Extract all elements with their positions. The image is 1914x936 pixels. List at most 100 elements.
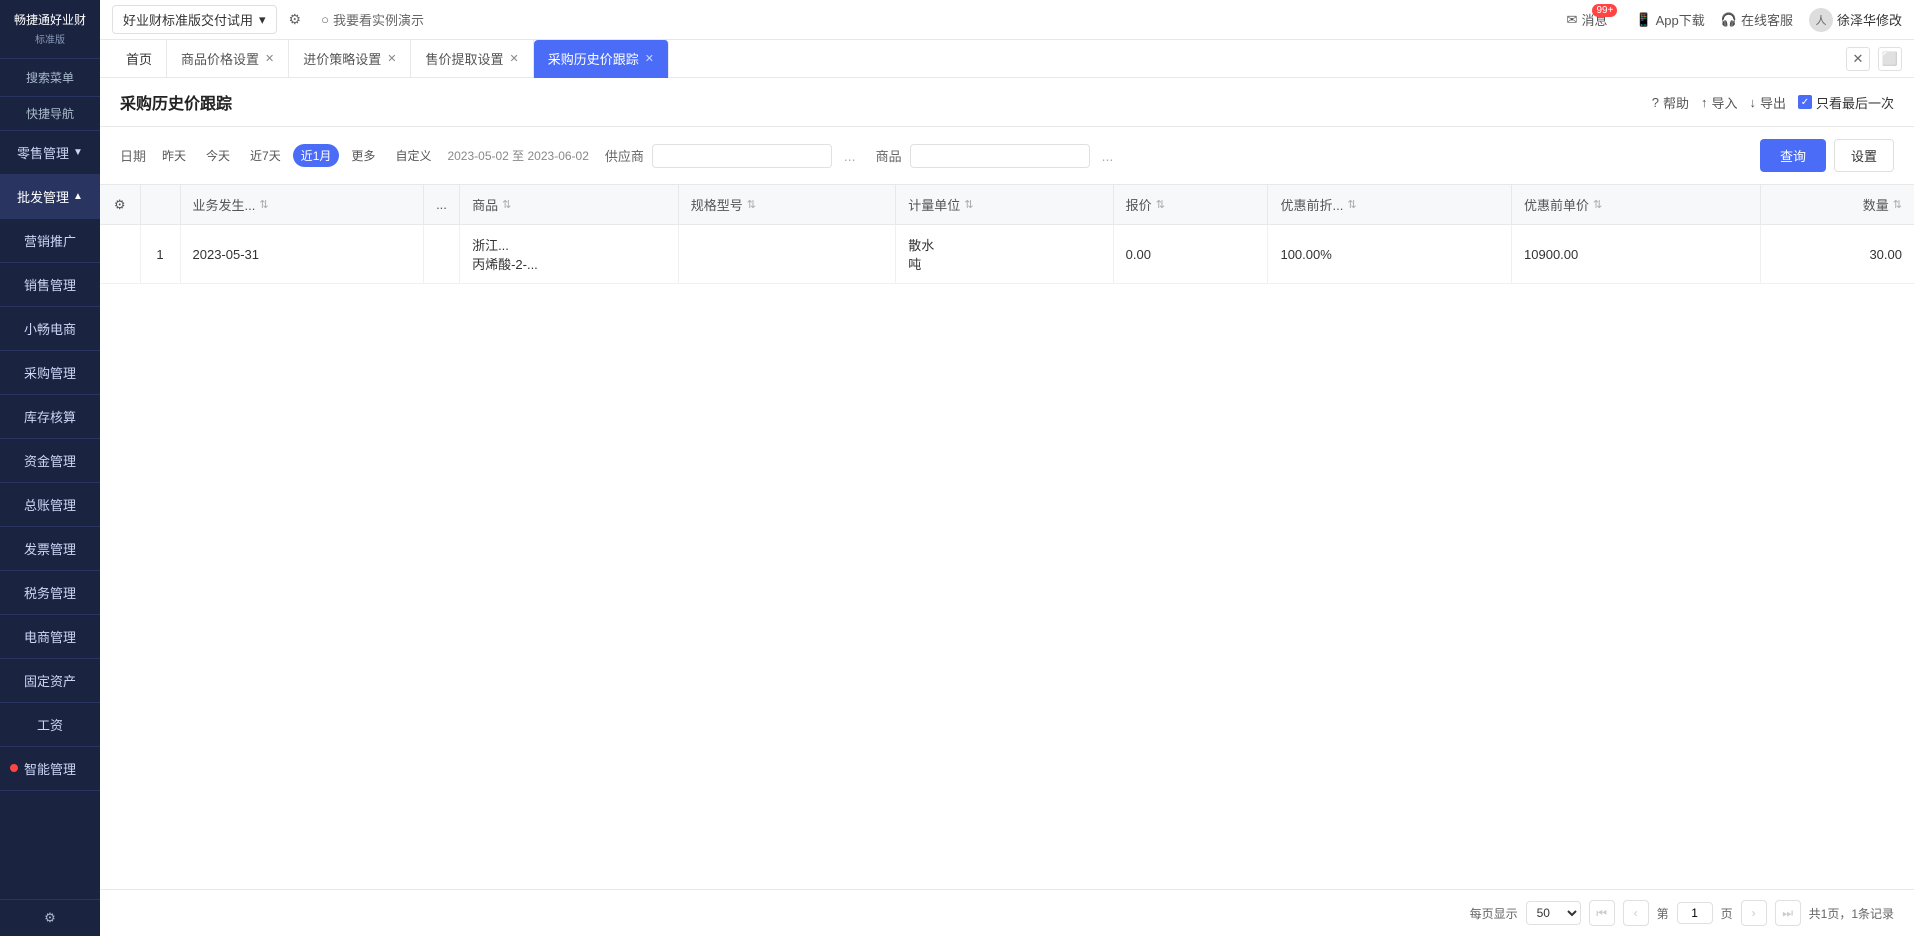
page-input[interactable] — [1677, 902, 1713, 924]
cell-more — [424, 225, 460, 284]
sidebar-item-finance[interactable]: 资金管理 — [0, 439, 100, 483]
col-product[interactable]: 商品 ⇅ — [460, 185, 679, 225]
prev-page-button[interactable]: ‹ — [1623, 900, 1649, 926]
version-selector[interactable]: 好业财标准版交付试用 ▾ — [112, 5, 277, 34]
tab-sale-price-extract[interactable]: 售价提取设置 ✕ — [411, 40, 533, 78]
cell-product: 浙江... 丙烯酸-2-... — [460, 225, 679, 284]
per-page-select[interactable]: 50 20 100 — [1526, 901, 1581, 925]
notification-dot — [10, 764, 18, 772]
sidebar-item-retail[interactable]: 零售管理 ▼ — [0, 131, 100, 175]
only-last-checkbox-label[interactable]: 只看最后一次 — [1798, 93, 1894, 112]
cell-discount: 100.00% — [1268, 225, 1512, 284]
page-label: 第 — [1657, 905, 1669, 922]
col-label: 商品 — [472, 195, 498, 214]
col-unit[interactable]: 计量单位 ⇅ — [896, 185, 1113, 225]
main-area: 好业财标准版交付试用 ▾ ⚙ ○ 我要看实例演示 ✉ 消息 99+ 📱 App下… — [100, 0, 1914, 936]
tab-home[interactable]: 首页 — [112, 40, 167, 78]
close-tab-button[interactable]: ✕ — [1846, 47, 1870, 71]
app-download-label: App下载 — [1656, 10, 1705, 29]
date-btn-7days[interactable]: 近7天 — [242, 144, 289, 167]
date-btn-today[interactable]: 今天 — [198, 144, 238, 167]
sort-icon[interactable]: ⇅ — [1893, 198, 1902, 211]
sidebar-item-ai[interactable]: 智能管理 — [0, 747, 100, 791]
col-pre-discount-price[interactable]: 优惠前单价 ⇅ — [1512, 185, 1761, 225]
messages-button[interactable]: ✉ 消息 99+ — [1567, 10, 1608, 29]
data-table: ⚙ 业务发生... ⇅ ... — [100, 185, 1914, 284]
logo-line2: 标准版 — [8, 31, 92, 46]
app-download-button[interactable]: 📱 App下载 — [1635, 10, 1704, 29]
pagination-summary: 共1页，1条记录 — [1809, 905, 1894, 922]
tab-purchase-history[interactable]: 采购历史价跟踪 ✕ — [534, 40, 669, 78]
sidebar-item-invoice[interactable]: 发票管理 — [0, 527, 100, 571]
sort-icon[interactable]: ⇅ — [259, 198, 268, 211]
col-quoted-price[interactable]: 报价 ⇅ — [1113, 185, 1268, 225]
export-button[interactable]: ↓ 导出 — [1749, 93, 1786, 112]
tab-close-icon[interactable]: ✕ — [265, 52, 274, 65]
gear-icon[interactable]: ⚙ — [114, 197, 126, 212]
query-button[interactable]: 查询 — [1760, 139, 1826, 172]
sort-icon[interactable]: ⇅ — [964, 198, 973, 211]
topbar-settings-icon[interactable]: ⚙ — [289, 11, 302, 28]
product-more-icon[interactable]: ... — [1098, 148, 1118, 164]
sidebar-item-payroll[interactable]: 工资 — [0, 703, 100, 747]
import-button[interactable]: ↑ 导入 — [1701, 93, 1738, 112]
help-button[interactable]: ? 帮助 — [1652, 93, 1689, 112]
maximize-tab-button[interactable]: ⬜ — [1878, 47, 1902, 71]
online-service-button[interactable]: 🎧 在线客服 — [1721, 10, 1793, 29]
sidebar-item-marketing[interactable]: 营销推广 — [0, 219, 100, 263]
sort-icon[interactable]: ⇅ — [502, 198, 511, 211]
date-btn-more[interactable]: 更多 — [343, 144, 383, 167]
date-btn-yesterday[interactable]: 昨天 — [154, 144, 194, 167]
sort-icon[interactable]: ⇅ — [1156, 198, 1165, 211]
supplier-input[interactable] — [652, 144, 832, 168]
date-btn-custom[interactable]: 自定义 — [387, 144, 439, 167]
sidebar-item-search[interactable]: 搜索菜单 — [0, 59, 100, 97]
tab-close-icon[interactable]: ✕ — [387, 52, 396, 65]
table-header-row: ⚙ 业务发生... ⇅ ... — [100, 185, 1914, 225]
tab-close-icon[interactable]: ✕ — [645, 52, 654, 65]
sidebar-item-quicknav[interactable]: 快捷导航 — [0, 97, 100, 131]
tab-purchase-strategy[interactable]: 进价策略设置 ✕ — [289, 40, 411, 78]
col-quantity[interactable]: 数量 ⇅ — [1760, 185, 1914, 225]
page-header: 采购历史价跟踪 ? 帮助 ↑ 导入 ↓ 导出 只看最后一次 — [100, 78, 1914, 127]
sidebar-item-purchase[interactable]: 采购管理 — [0, 351, 100, 395]
online-service-label: 在线客服 — [1741, 10, 1793, 29]
sidebar-item-ecom-xiao[interactable]: 小畅电商 — [0, 307, 100, 351]
table-row[interactable]: 1 2023-05-31 浙江... 丙烯酸-2-... 散水 吨 0.00 — [100, 225, 1914, 284]
sort-icon[interactable]: ⇅ — [747, 198, 756, 211]
sidebar-settings-button[interactable]: ⚙ — [0, 899, 100, 936]
last-page-button[interactable]: ⏭ — [1775, 900, 1801, 926]
app-logo[interactable]: 畅捷通好业财 标准版 — [0, 0, 100, 59]
demo-label: 我要看实例演示 — [333, 10, 424, 29]
sidebar-item-inventory[interactable]: 库存核算 — [0, 395, 100, 439]
next-page-button[interactable]: › — [1741, 900, 1767, 926]
tab-product-price[interactable]: 商品价格设置 ✕ — [167, 40, 289, 78]
supplier-more-icon[interactable]: ... — [840, 148, 860, 164]
col-gear[interactable]: ⚙ — [100, 185, 140, 225]
sidebar-item-sales[interactable]: 销售管理 — [0, 263, 100, 307]
sidebar-item-assets[interactable]: 固定资产 — [0, 659, 100, 703]
sidebar-item-label: 总账管理 — [24, 495, 76, 514]
pagination: 每页显示 50 20 100 ⏮ ‹ 第 页 › ⏭ 共1页，1条记录 — [100, 889, 1914, 936]
username-label: 徐泽华修改 — [1837, 10, 1902, 29]
sort-icon[interactable]: ⇅ — [1593, 198, 1602, 211]
sort-icon[interactable]: ⇅ — [1347, 198, 1356, 211]
cell-quantity: 30.00 — [1760, 225, 1914, 284]
sidebar-item-tax[interactable]: 税务管理 — [0, 571, 100, 615]
date-btn-1month[interactable]: 近1月 — [293, 144, 340, 167]
product-input[interactable] — [910, 144, 1090, 168]
sidebar-item-ledger[interactable]: 总账管理 — [0, 483, 100, 527]
sidebar-item-ecom[interactable]: 电商管理 — [0, 615, 100, 659]
sidebar-item-wholesale[interactable]: 批发管理 ▲ — [0, 175, 100, 219]
col-more[interactable]: ... — [424, 185, 460, 225]
col-discount[interactable]: 优惠前折... ⇅ — [1268, 185, 1512, 225]
first-page-button[interactable]: ⏮ — [1589, 900, 1615, 926]
only-last-checkbox[interactable] — [1798, 95, 1812, 109]
chevron-down-icon: ▾ — [259, 12, 266, 28]
user-menu[interactable]: 人 徐泽华修改 — [1809, 8, 1902, 32]
demo-link[interactable]: ○ 我要看实例演示 — [321, 10, 424, 29]
col-business-date[interactable]: 业务发生... ⇅ — [180, 185, 424, 225]
col-spec[interactable]: 规格型号 ⇅ — [678, 185, 895, 225]
tab-close-icon[interactable]: ✕ — [510, 52, 519, 65]
filter-settings-button[interactable]: 设置 — [1834, 139, 1894, 172]
